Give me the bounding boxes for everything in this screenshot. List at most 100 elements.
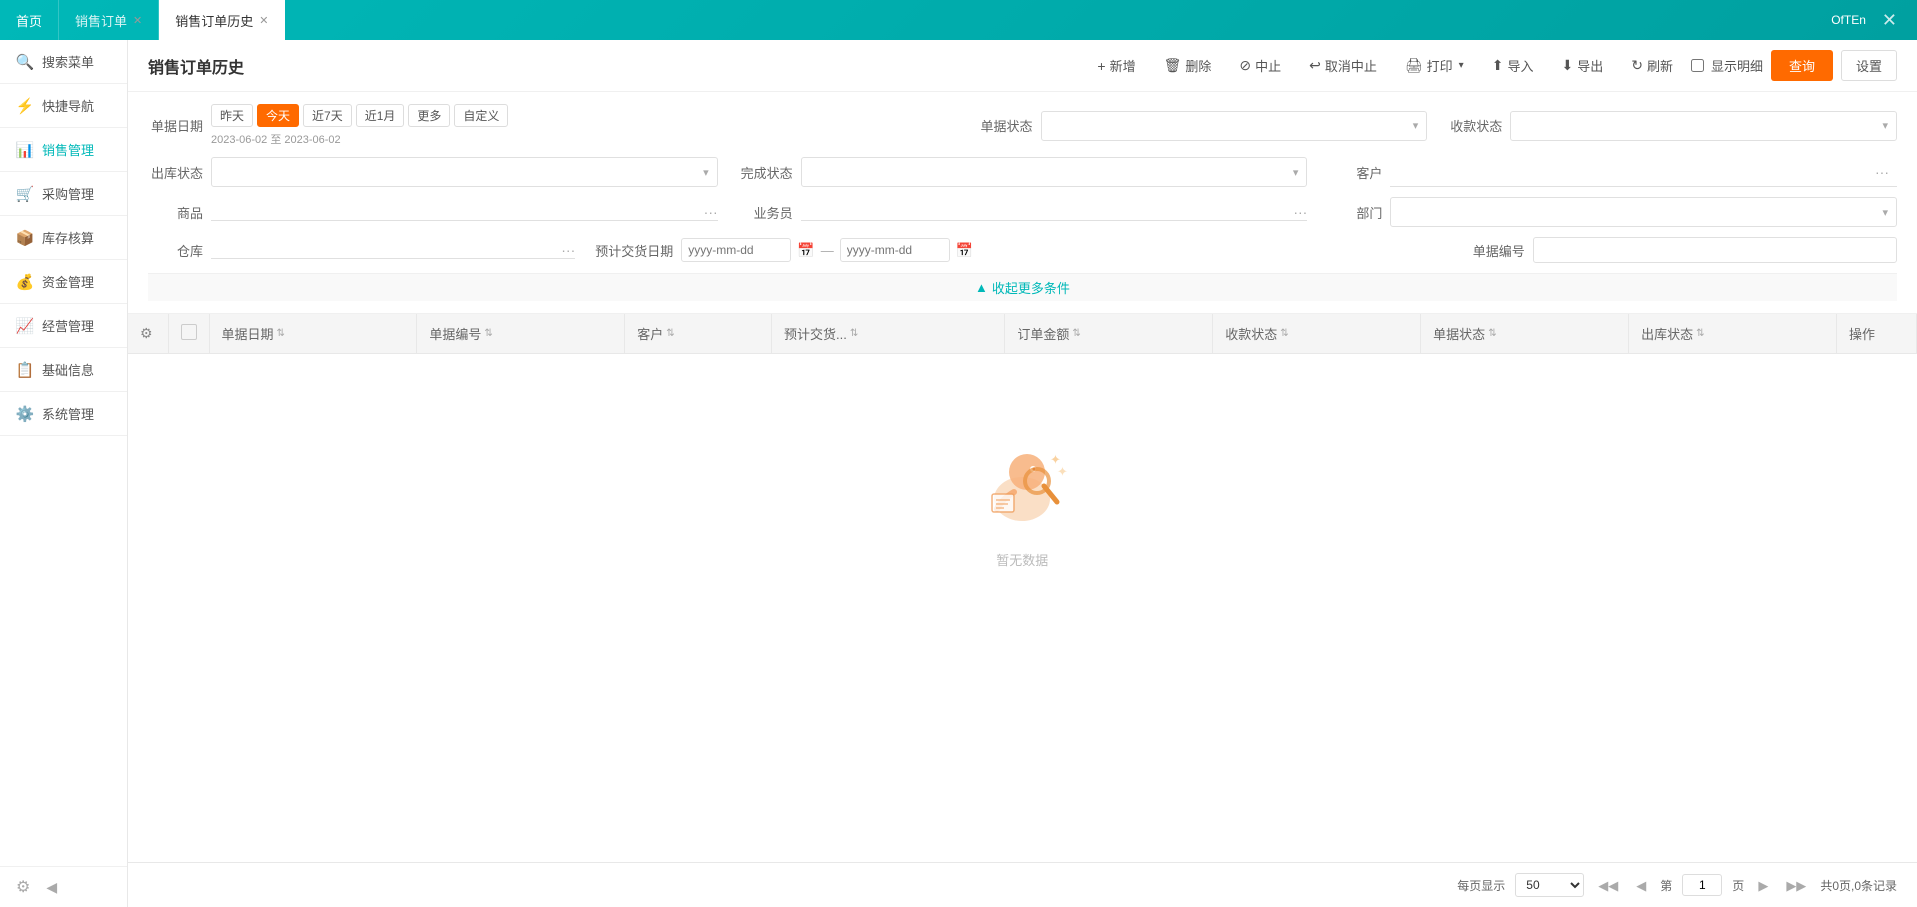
bill-status-select[interactable]: ▾ (1041, 111, 1428, 141)
delete-icon: 🗑 (1164, 57, 1182, 74)
sidebar-item-basic-info-label: 基础信息 (42, 360, 94, 379)
import-button[interactable]: ⬆ 导入 (1482, 51, 1544, 80)
dept-field: 部门 ▾ (1327, 197, 1897, 227)
delivery-date-from-input[interactable] (681, 238, 791, 262)
date-btn-last1month[interactable]: 近1月 (356, 104, 405, 127)
search-menu-icon: 🔍 (16, 53, 34, 71)
print-button[interactable]: 🖨 打印 (1395, 51, 1474, 80)
th-customer[interactable]: 客户 ⇅ (625, 314, 772, 354)
sales-mgmt-icon: 📊 (16, 141, 34, 159)
sidebar-item-purchase-mgmt[interactable]: 🛒 采购管理 (0, 172, 127, 216)
complete-status-select[interactable]: ▾ (801, 157, 1308, 187)
display-detail-input[interactable] (1691, 59, 1704, 72)
cancel-suspend-button[interactable]: ↩ 取消中止 (1299, 51, 1387, 80)
customer-label: 客户 (1327, 163, 1382, 182)
last-page-btn[interactable]: ▶▶ (1782, 875, 1810, 896)
prev-page-btn[interactable]: ◀ (1632, 875, 1650, 896)
collapse-toggle[interactable]: ▲ 收起更多条件 (148, 273, 1897, 301)
payment-status-select[interactable]: ▾ (1510, 111, 1897, 141)
tab-sales-order[interactable]: 销售订单 ✕ (59, 0, 159, 40)
salesperson-dots-icon[interactable]: ··· (1293, 204, 1307, 220)
print-label: 打印 (1427, 56, 1453, 75)
sidebar-item-operations[interactable]: 📈 经营管理 (0, 304, 127, 348)
complete-status-label: 完成状态 (738, 163, 793, 182)
new-button[interactable]: + 新增 (1087, 51, 1145, 80)
th-bill-status[interactable]: 单据状态 ⇅ (1421, 314, 1629, 354)
refresh-label: 刷新 (1647, 56, 1673, 75)
select-all-checkbox[interactable] (181, 324, 197, 340)
sidebar-item-inventory-label: 库存核算 (42, 228, 94, 247)
goods-input-area[interactable]: ··· (211, 204, 718, 221)
refresh-button[interactable]: ↻ 刷新 (1621, 51, 1683, 80)
sidebar-item-sales-mgmt[interactable]: 📊 销售管理 (0, 128, 127, 172)
cancel-suspend-label: 取消中止 (1325, 56, 1377, 75)
export-button[interactable]: ⬇ 导出 (1551, 51, 1613, 80)
table-settings-icon[interactable]: ⚙ (140, 325, 153, 341)
empty-illustration: ✦ ✦ (972, 434, 1072, 534)
sidebar-item-quick-nav[interactable]: ⚡ 快捷导航 (0, 84, 127, 128)
tab-sales-order-close[interactable]: ✕ (133, 14, 142, 27)
th-bill-date[interactable]: 单据日期 ⇅ (209, 314, 417, 354)
goods-dots-icon[interactable]: ··· (704, 204, 718, 220)
next-page-icon: ▶ (1758, 878, 1768, 893)
print-icon: 🖨 (1405, 57, 1423, 74)
tab-sales-order-history-close[interactable]: ✕ (259, 14, 268, 27)
sidebar-item-finance-label: 资金管理 (42, 272, 94, 291)
sidebar-collapse-icon[interactable]: ◀ (46, 879, 57, 896)
customer-select[interactable]: ··· (1390, 157, 1897, 187)
th-out-status[interactable]: 出库状态 ⇅ (1629, 314, 1837, 354)
empty-state: ✦ ✦ 暂无数据 (128, 354, 1917, 649)
top-close-btn[interactable]: ✕ (1874, 10, 1905, 31)
new-icon: + (1097, 58, 1105, 74)
date-btn-last7[interactable]: 近7天 (303, 104, 352, 127)
warehouse-dots-icon[interactable]: ··· (561, 242, 575, 258)
date-btn-today[interactable]: 今天 (257, 104, 299, 127)
th-customer-sort-icon: ⇅ (666, 328, 674, 339)
delete-button[interactable]: 🗑 删除 (1154, 51, 1222, 80)
page-number-input[interactable] (1682, 874, 1722, 896)
date-btn-more[interactable]: 更多 (408, 104, 450, 127)
first-page-btn[interactable]: ◀◀ (1594, 875, 1622, 896)
suspend-label: 中止 (1255, 56, 1281, 75)
out-status-label: 出库状态 (148, 163, 203, 182)
salesperson-input-area[interactable]: ··· (801, 204, 1308, 221)
sidebar-item-inventory[interactable]: 📦 库存核算 (0, 216, 127, 260)
operations-icon: 📈 (16, 317, 34, 335)
th-bill-number[interactable]: 单据编号 ⇅ (417, 314, 625, 354)
suspend-button[interactable]: ⊘ 中止 (1229, 51, 1291, 80)
tab-home[interactable]: 首页 (0, 0, 59, 40)
per-page-select[interactable]: 10 20 50 100 (1515, 873, 1584, 897)
warehouse-input-area[interactable]: ··· (211, 242, 575, 259)
goods-field: 商品 ··· (148, 203, 718, 222)
date-btn-yesterday[interactable]: 昨天 (211, 104, 253, 127)
out-status-select[interactable]: ▾ (211, 157, 718, 187)
sidebar-item-finance[interactable]: 💰 资金管理 (0, 260, 127, 304)
th-expected-delivery[interactable]: 预计交货... ⇅ (772, 314, 1005, 354)
sidebar-item-system[interactable]: ⚙️ 系统管理 (0, 392, 127, 436)
display-detail-checkbox[interactable]: 显示明细 (1691, 56, 1763, 75)
data-table: ⚙ 单据日期 ⇅ 单据编号 (128, 314, 1917, 649)
delivery-date-range: 📅 — 📅 (681, 238, 973, 262)
dept-select[interactable]: ▾ (1390, 197, 1897, 227)
customer-dots-icon[interactable]: ··· (1875, 164, 1889, 180)
th-order-amount[interactable]: 订单金额 ⇅ (1005, 314, 1213, 354)
th-order-amount-sort-icon: ⇅ (1072, 328, 1080, 339)
next-page-btn[interactable]: ▶ (1754, 875, 1772, 896)
export-label: 导出 (1577, 56, 1603, 75)
settings-button[interactable]: 设置 (1841, 50, 1897, 81)
out-status-chevron-icon: ▾ (703, 166, 709, 179)
sidebar-settings-icon[interactable]: ⚙ (16, 877, 30, 897)
tab-sales-order-history[interactable]: 销售订单历史 ✕ (159, 0, 285, 40)
warehouse-field: 仓库 ··· (148, 241, 575, 260)
th-payment-status-sort-icon: ⇅ (1280, 328, 1288, 339)
th-payment-status[interactable]: 收款状态 ⇅ (1213, 314, 1421, 354)
delivery-date-to-input[interactable] (840, 238, 950, 262)
prev-page-icon: ◀ (1636, 878, 1646, 893)
query-button[interactable]: 查询 (1771, 50, 1833, 81)
date-btn-custom[interactable]: 自定义 (454, 104, 508, 127)
sidebar-item-basic-info[interactable]: 📋 基础信息 (0, 348, 127, 392)
sidebar-item-search-menu[interactable]: 🔍 搜索菜单 (0, 40, 127, 84)
sidebar-bottom: ⚙ ◀ (0, 866, 127, 907)
bill-number-input[interactable] (1533, 237, 1897, 263)
top-bar-right: OfTEn ✕ (1819, 10, 1917, 31)
